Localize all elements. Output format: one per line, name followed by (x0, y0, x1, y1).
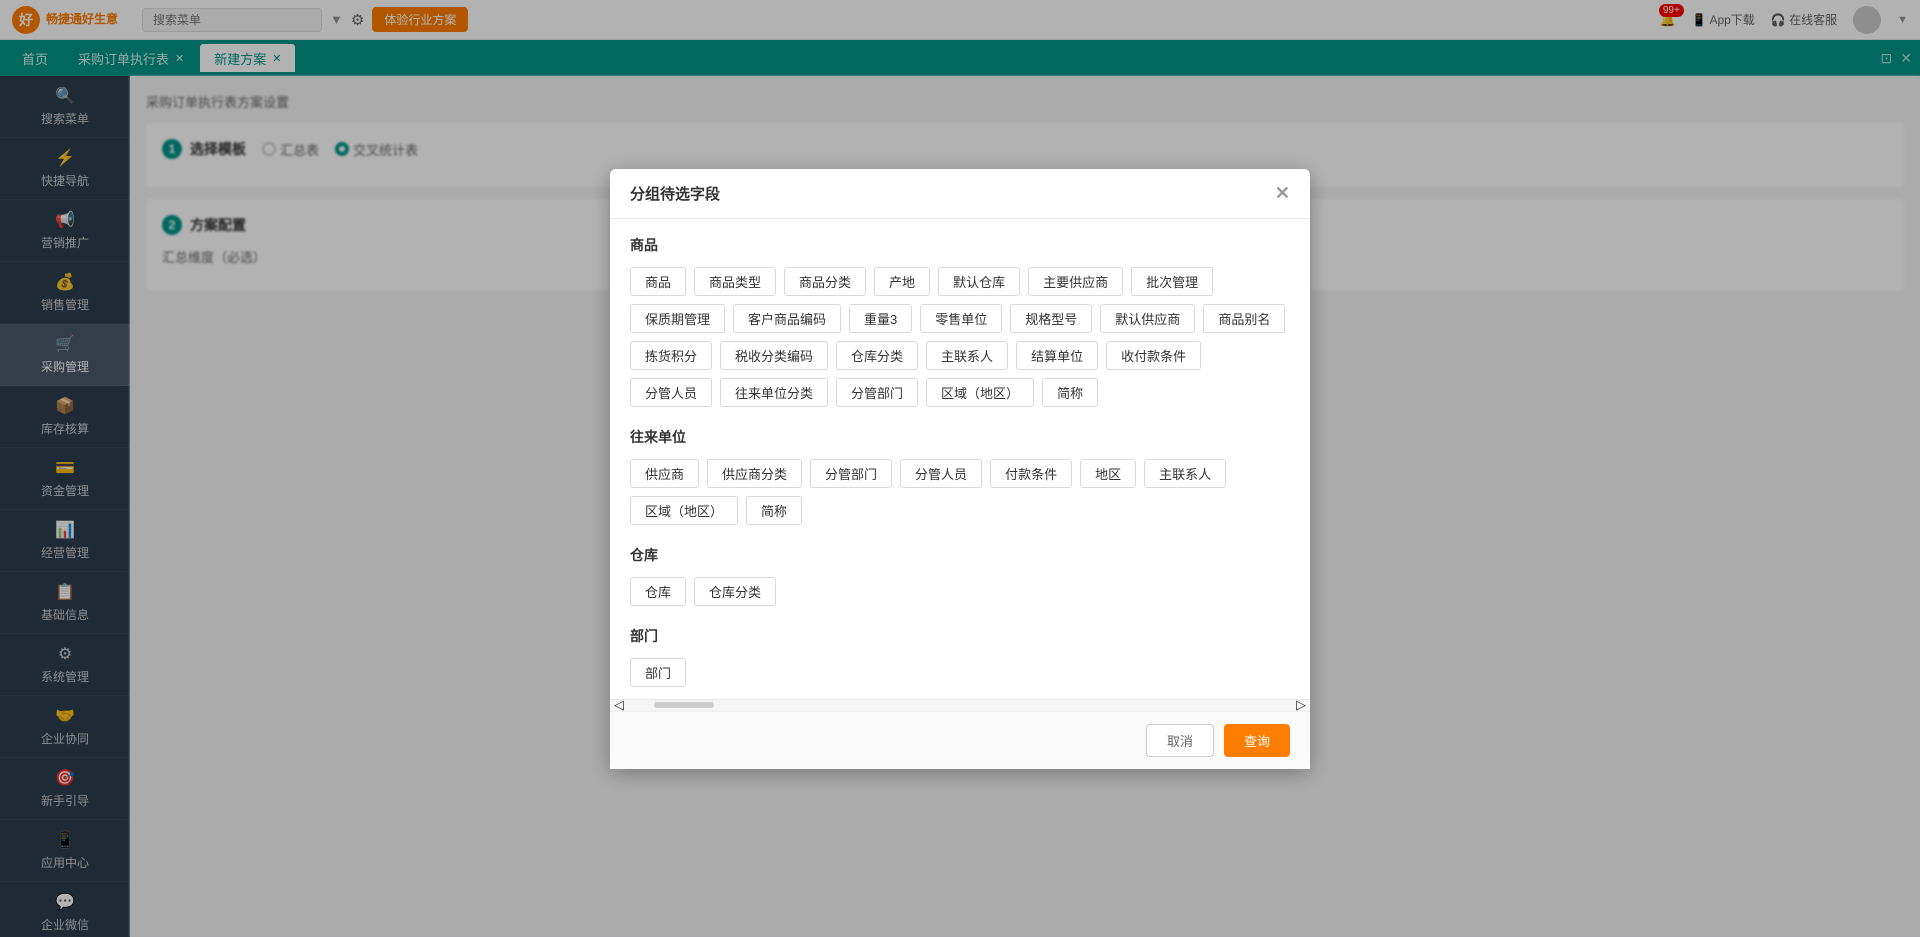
modal-header: 分组待选字段 ✕ (610, 169, 1310, 219)
field-tag[interactable]: 主要供应商 (1028, 267, 1123, 296)
field-tag[interactable]: 默认仓库 (938, 267, 1020, 296)
modal-overlay: 分组待选字段 ✕ 商品 商品 商品类型 商品分类 产地 默认仓库 主要供应商 批… (0, 0, 1920, 937)
field-tag[interactable]: 供应商分类 (707, 459, 802, 488)
field-tag[interactable]: 区域（地区） (630, 496, 738, 525)
field-tag[interactable]: 零售单位 (920, 304, 1002, 333)
field-tag[interactable]: 区域（地区） (926, 378, 1034, 407)
field-tag[interactable]: 仓库分类 (836, 341, 918, 370)
field-tag[interactable]: 部门 (630, 658, 686, 687)
field-tag[interactable]: 仓库分类 (694, 577, 776, 606)
confirm-button[interactable]: 查询 (1224, 724, 1290, 757)
field-tags-warehouse: 仓库 仓库分类 (630, 577, 1290, 606)
field-tag[interactable]: 产地 (874, 267, 930, 296)
field-tag[interactable]: 重量3 (849, 304, 912, 333)
field-tag[interactable]: 保质期管理 (630, 304, 725, 333)
modal-footer: 取消 查询 (610, 711, 1310, 769)
field-tag[interactable]: 主联系人 (1144, 459, 1226, 488)
field-tag[interactable]: 默认供应商 (1100, 304, 1195, 333)
field-tag[interactable]: 分管人员 (900, 459, 982, 488)
field-tag[interactable]: 仓库 (630, 577, 686, 606)
field-tag[interactable]: 规格型号 (1010, 304, 1092, 333)
field-tag[interactable]: 简称 (746, 496, 802, 525)
field-tag[interactable]: 分管部门 (810, 459, 892, 488)
field-section-title-product: 商品 (630, 235, 1290, 255)
field-tag[interactable]: 付款条件 (990, 459, 1072, 488)
field-tag[interactable]: 商品 (630, 267, 686, 296)
modal-body[interactable]: 商品 商品 商品类型 商品分类 产地 默认仓库 主要供应商 批次管理 保质期管理… (610, 219, 1310, 699)
field-tag[interactable]: 简称 (1042, 378, 1098, 407)
field-tag[interactable]: 税收分类编码 (720, 341, 828, 370)
field-tag[interactable]: 地区 (1080, 459, 1136, 488)
field-tag[interactable]: 分管人员 (630, 378, 712, 407)
field-tag[interactable]: 商品分类 (784, 267, 866, 296)
field-tag[interactable]: 供应商 (630, 459, 699, 488)
field-tag[interactable]: 主联系人 (926, 341, 1008, 370)
field-tag[interactable]: 分管部门 (836, 378, 918, 407)
field-tag[interactable]: 商品类型 (694, 267, 776, 296)
field-section-title-department: 部门 (630, 626, 1290, 646)
field-tags-product: 商品 商品类型 商品分类 产地 默认仓库 主要供应商 批次管理 保质期管理 客户… (630, 267, 1290, 407)
modal-horizontal-scrollbar[interactable]: ◁ ▷ (610, 699, 1310, 711)
field-tag[interactable]: 批次管理 (1131, 267, 1213, 296)
field-section-warehouse: 仓库 仓库 仓库分类 (630, 545, 1290, 606)
field-tags-partner: 供应商 供应商分类 分管部门 分管人员 付款条件 地区 主联系人 区域（地区） … (630, 459, 1290, 525)
field-tag[interactable]: 结算单位 (1016, 341, 1098, 370)
field-tag[interactable]: 客户商品编码 (733, 304, 841, 333)
field-section-title-partner: 往来单位 (630, 427, 1290, 447)
field-section-department: 部门 部门 (630, 626, 1290, 687)
field-selection-modal: 分组待选字段 ✕ 商品 商品 商品类型 商品分类 产地 默认仓库 主要供应商 批… (610, 169, 1310, 769)
field-section-partner: 往来单位 供应商 供应商分类 分管部门 分管人员 付款条件 地区 主联系人 区域… (630, 427, 1290, 525)
modal-close-button[interactable]: ✕ (1275, 183, 1290, 204)
modal-title: 分组待选字段 (630, 183, 720, 204)
field-tag[interactable]: 商品别名 (1203, 304, 1285, 333)
field-tag[interactable]: 拣货积分 (630, 341, 712, 370)
field-tag[interactable]: 往来单位分类 (720, 378, 828, 407)
field-tag[interactable]: 收付款条件 (1106, 341, 1201, 370)
field-tags-department: 部门 (630, 658, 1290, 687)
cancel-button[interactable]: 取消 (1146, 724, 1214, 757)
field-section-title-warehouse: 仓库 (630, 545, 1290, 565)
field-section-product: 商品 商品 商品类型 商品分类 产地 默认仓库 主要供应商 批次管理 保质期管理… (630, 235, 1290, 407)
hscroll-thumb[interactable] (654, 702, 714, 708)
